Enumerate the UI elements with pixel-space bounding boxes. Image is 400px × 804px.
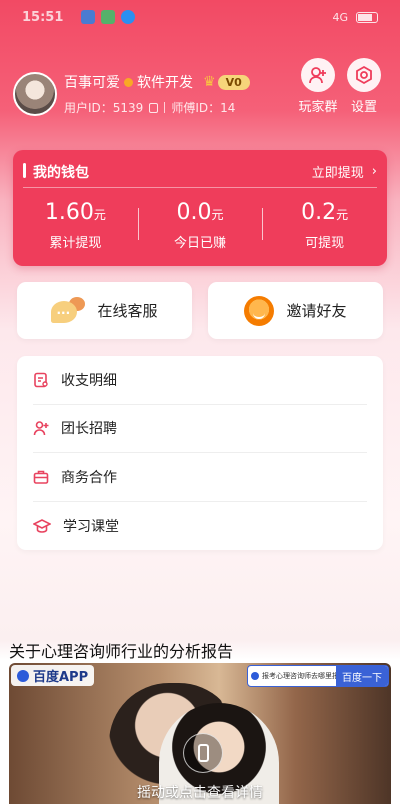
ad-banner[interactable]: 百度APP 报考心理咨询师去哪里报名 百度一下 摇动或点击查看详情 (9, 663, 391, 804)
app-notification-icon (81, 10, 96, 24)
withdraw-now-link[interactable]: 立即提现 › (312, 162, 377, 181)
stat-label: 累计提现 (49, 236, 102, 251)
avatar[interactable] (13, 72, 57, 116)
online-service-label: 在线客服 (97, 302, 158, 320)
ad-brand: 百度APP (11, 665, 95, 686)
menu-item-label: 收支明细 (61, 372, 117, 389)
chevron-right-icon: › (371, 164, 377, 179)
menu-item-recruit[interactable]: 团长招聘 (33, 405, 367, 453)
online-service-button[interactable]: ··· 在线客服 (17, 282, 192, 339)
ad-caption: 摇动或点击查看详情 (137, 785, 263, 801)
menu-item-business[interactable]: 商务合作 (33, 453, 367, 502)
menu-list: 收支明细 团长招聘 商务合作 学习课堂 (17, 356, 383, 550)
currency-unit: 元 (211, 208, 224, 222)
battery-icon (356, 11, 378, 23)
menu-item-label: 商务合作 (61, 469, 117, 486)
article-title[interactable]: 关于心理咨询师行业的分析报告 (9, 638, 233, 662)
menu-item-classroom[interactable]: 学习课堂 (33, 502, 367, 551)
currency-unit: 元 (336, 208, 349, 222)
wallet-header: 我的钱包 立即提现 › (23, 156, 377, 188)
stat-total-withdrawn[interactable]: 1.60元 累计提现 (13, 198, 138, 251)
id-row: 用户ID：5139 师傅ID：14 (64, 99, 235, 116)
invite-friends-label: 邀请好友 (286, 302, 347, 320)
stat-label: 可提现 (305, 236, 345, 251)
nickname: 百事可爱 (64, 75, 120, 91)
menu-item-label: 团长招聘 (61, 421, 117, 438)
divider (164, 102, 166, 113)
mentor-id-value: 14 (220, 101, 236, 115)
crown-icon: ♛ (203, 74, 216, 90)
copy-icon[interactable] (149, 102, 159, 113)
signal-text: 4G (332, 10, 348, 24)
ad-search-box[interactable]: 报考心理咨询师去哪里报名 百度一下 (247, 665, 389, 687)
wallet-title: 我的钱包 (23, 162, 89, 182)
ad-search-query: 报考心理咨询师去哪里报名 (248, 671, 336, 681)
status-right: 4G (332, 11, 378, 24)
role-dot-icon (124, 77, 133, 87)
stat-withdrawable[interactable]: 0.2元 可提现 (262, 198, 387, 251)
stat-today-earned[interactable]: 0.0元 今日已赚 (137, 198, 263, 251)
smile-icon (244, 295, 275, 326)
settings-button[interactable]: 设置 (334, 58, 394, 115)
profile-page: 15:51 4G 百事可爱 软件开发 ♛ V0 用户ID：5139 师傅ID：1… (0, 0, 400, 804)
user-id-value: 5139 (112, 101, 144, 115)
level-badge: V0 (217, 74, 250, 90)
profile-name-row: 百事可爱 软件开发 ♛ V0 (64, 72, 250, 92)
ad-brand-label: 百度APP (33, 670, 89, 685)
currency-unit: 元 (93, 208, 106, 222)
stat-label: 今日已赚 (174, 236, 227, 251)
settings-label: 设置 (350, 100, 377, 115)
menu-item-ledger[interactable]: 收支明细 (33, 356, 367, 405)
add-person-icon (33, 421, 49, 436)
chat-bubble-icon: ··· (51, 296, 86, 325)
app-notification-icon (121, 10, 136, 24)
user-id-label: 用户ID： (64, 101, 113, 115)
briefcase-icon (33, 470, 49, 484)
baidu-paw-icon (17, 669, 29, 682)
withdraw-now-label: 立即提现 (311, 166, 364, 181)
shake-phone-icon[interactable] (183, 733, 223, 773)
role-label: 软件开发 (137, 75, 193, 91)
status-bar: 15:51 4G (0, 0, 400, 34)
stat-value: 0.0 (176, 200, 212, 225)
app-notification-icon (101, 10, 116, 24)
player-group-label: 玩家群 (298, 100, 338, 115)
stat-value: 1.60 (44, 200, 94, 225)
add-user-icon (301, 58, 335, 92)
notification-icons (81, 10, 136, 24)
stat-value: 0.2 (301, 200, 337, 225)
gear-icon (347, 58, 381, 92)
ledger-icon (34, 372, 48, 388)
ad-search-button[interactable]: 百度一下 (336, 666, 388, 686)
mentor-id-label: 师傅ID： (171, 101, 221, 115)
menu-item-label: 学习课堂 (63, 518, 119, 535)
status-time: 15:51 (22, 9, 64, 25)
wallet-stats: 1.60元 累计提现 0.0元 今日已赚 0.2元 可提现 (13, 198, 387, 251)
invite-friends-button[interactable]: 邀请好友 (208, 282, 383, 339)
graduation-cap-icon (33, 518, 51, 533)
wallet-card: 我的钱包 立即提现 › 1.60元 累计提现 0.0元 今日已赚 0.2元 可提… (13, 150, 387, 266)
